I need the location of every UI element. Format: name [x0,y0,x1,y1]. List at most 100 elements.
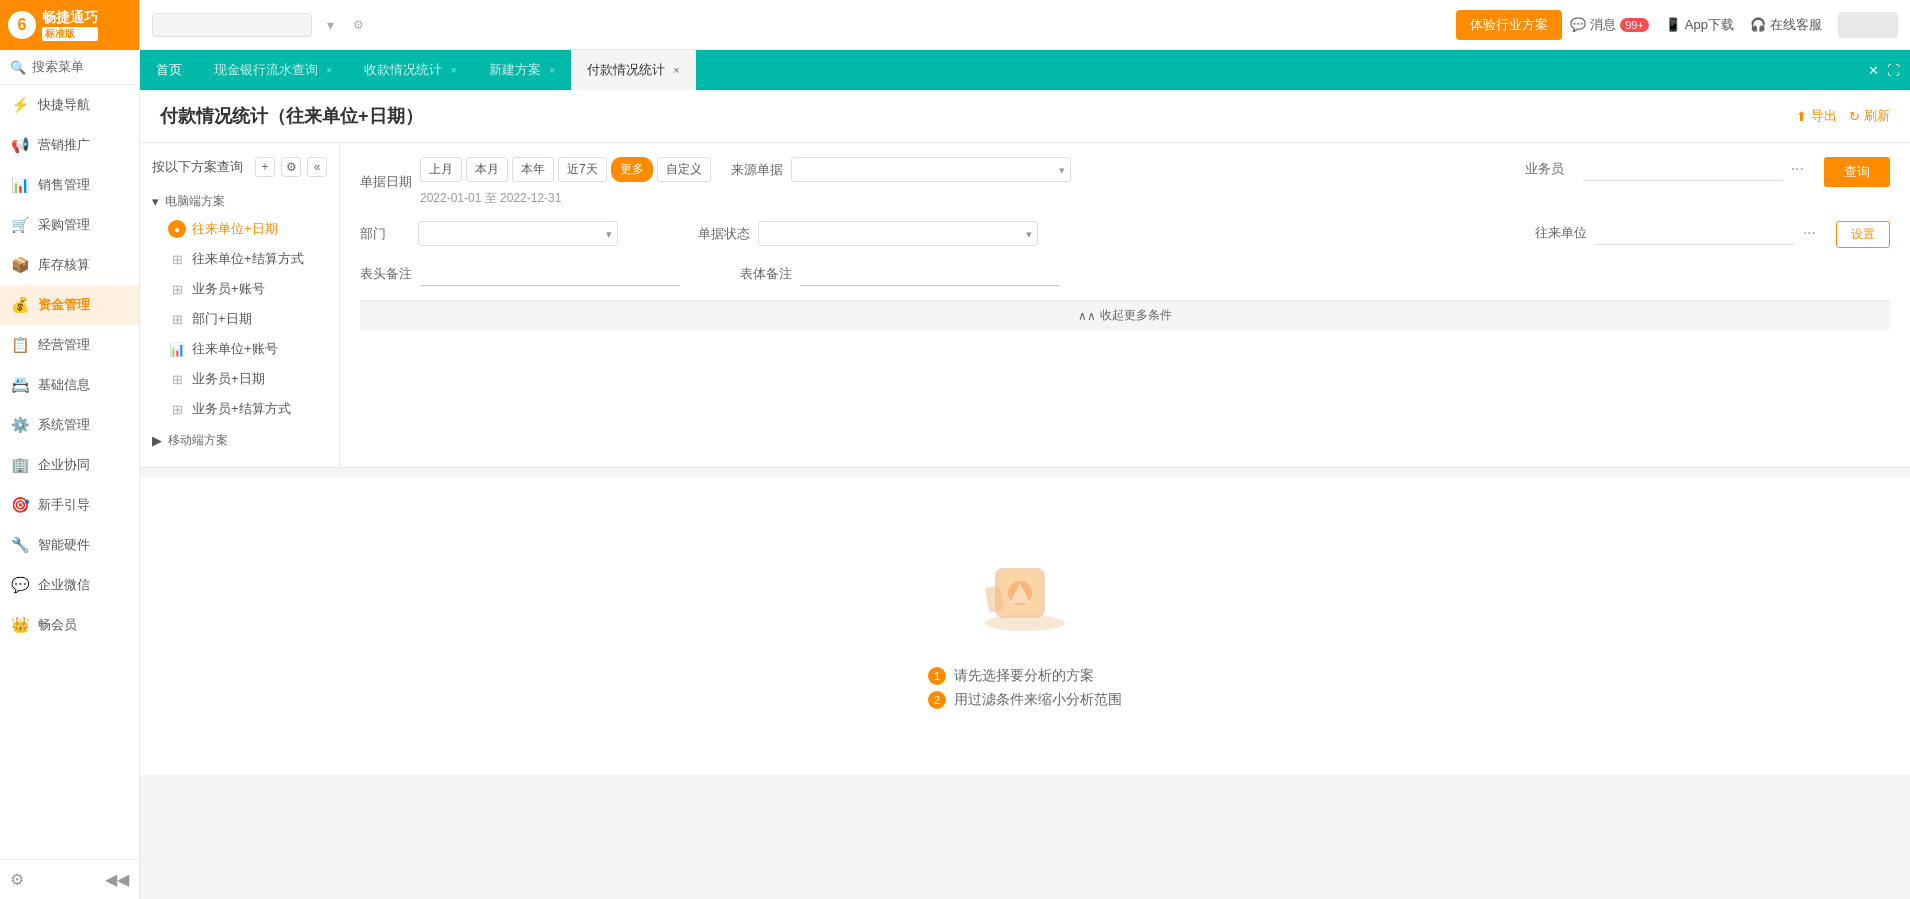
online-service-action[interactable]: 🎧 在线客服 [1750,16,1822,34]
scheme-icon-grid5: ⊞ [168,400,186,418]
scheme-item-dept-date[interactable]: ⊞ 部门+日期 [140,304,339,334]
scheme-group-mobile-header[interactable]: ▶ 移动端方案 [140,428,339,453]
scheme-icon-grid2: ⊞ [168,280,186,298]
tab-close-icon[interactable]: × [326,64,332,76]
search-menu[interactable]: 🔍 搜索菜单 [0,50,139,85]
add-scheme-btn[interactable]: + [255,157,275,177]
date-btn-last-7-days[interactable]: 近7天 [558,157,607,182]
sidebar-item-quick-nav[interactable]: ⚡ 快捷导航 [0,85,139,125]
sidebar-item-finance[interactable]: 💰 资金管理 [0,285,139,325]
empty-illustration [965,538,1085,641]
refresh-btn[interactable]: ↻ 刷新 [1849,107,1890,125]
scheme-item-partner-account[interactable]: 📊 往来单位+账号 [140,334,339,364]
sidebar-item-system[interactable]: ⚙️ 系统管理 [0,405,139,445]
settings-btn[interactable]: 设置 [1836,221,1890,248]
export-label: 导出 [1811,107,1837,125]
app-download-label: App下载 [1685,16,1734,34]
date-btn-custom[interactable]: 自定义 [657,157,711,182]
tab-close-icon[interactable]: × [673,64,679,76]
header-settings-btn[interactable]: ⚙ [348,15,368,35]
sidebar-item-basic-info[interactable]: 📇 基础信息 [0,365,139,405]
staff-more-btn[interactable]: ··· [1791,160,1804,178]
top-header-left: ▾ ⚙ [152,13,1448,37]
body-note-input[interactable] [800,262,1060,286]
dept-select[interactable] [418,221,618,246]
scheme-group-desktop-header[interactable]: ▾ 电脑端方案 [140,189,339,214]
sidebar-item-label: 系统管理 [38,416,90,434]
tab-new-scheme[interactable]: 新建方案 × [473,50,571,90]
sidebar-item-hardware[interactable]: 🔧 智能硬件 [0,525,139,565]
sidebar-collapse-btn[interactable]: ◀◀ [105,870,129,889]
date-btn-this-year[interactable]: 本年 [512,157,554,182]
sidebar-settings-btn[interactable]: ⚙ [10,870,24,889]
header-note-input[interactable] [420,262,680,286]
scheme-item-partner-date[interactable]: ● 往来单位+日期 [140,214,339,244]
logo-text: 畅捷通巧 标准版 [42,9,98,42]
manage-scheme-btn[interactable]: ⚙ [281,157,301,177]
dept-label: 部门 [360,225,410,243]
breadcrumb-dropdown-btn[interactable]: ▾ [320,15,340,35]
scheme-item-staff-account[interactable]: ⊞ 业务员+账号 [140,274,339,304]
sidebar-item-purchase[interactable]: 🛒 采购管理 [0,205,139,245]
scheme-item-partner-settle[interactable]: ⊞ 往来单位+结算方式 [140,244,339,274]
scheme-item-label: 往来单位+结算方式 [192,250,304,268]
partner-more-btn[interactable]: ··· [1803,224,1816,242]
sidebar-footer: ⚙ ◀◀ [0,859,139,899]
refresh-label: 刷新 [1864,107,1890,125]
tab-receipt-stat[interactable]: 收款情况统计 × [348,50,472,90]
scheme-item-label: 业务员+结算方式 [192,400,291,418]
expand-icon[interactable]: ⛶ [1887,63,1900,78]
service-icon: 🎧 [1750,17,1766,32]
top-header: ▾ ⚙ 体验行业方案 💬 消息 99+ 📱 App下载 🎧 在线客服 [140,0,1910,50]
tab-close-icon[interactable]: × [549,64,555,76]
source-voucher-select[interactable] [791,157,1071,182]
scheme-item-label: 部门+日期 [192,310,252,328]
tip-num-2: 2 [928,691,946,709]
sidebar-item-inventory[interactable]: 📦 库存核算 [0,245,139,285]
filter-header-note: 表头备注 [360,262,680,286]
breadcrumb-input[interactable] [152,13,312,37]
sidebar-item-enterprise[interactable]: 🏢 企业协同 [0,445,139,485]
tab-label: 付款情况统计 [587,61,665,79]
sidebar-item-member[interactable]: 👑 畅会员 [0,605,139,645]
tab-bank-flow[interactable]: 现金银行流水查询 × [198,50,348,90]
date-btn-last-month[interactable]: 上月 [420,157,462,182]
staff-input[interactable] [1583,157,1783,181]
message-icon: 💬 [1570,17,1586,32]
trial-btn[interactable]: 体验行业方案 [1456,10,1562,40]
body-note-label: 表体备注 [740,265,792,283]
scheme-item-staff-date[interactable]: ⊞ 业务员+日期 [140,364,339,394]
query-actions: 查询 [1824,157,1890,187]
user-avatar[interactable] [1838,12,1898,38]
date-btn-this-month[interactable]: 本月 [466,157,508,182]
sidebar-item-sales[interactable]: 📊 销售管理 [0,165,139,205]
date-btn-more[interactable]: 更多 [611,157,653,182]
tab-payment-stat[interactable]: 付款情况统计 × [571,50,695,90]
inventory-icon: 📦 [10,255,30,275]
sidebar-item-marketing[interactable]: 📢 营销推广 [0,125,139,165]
message-action[interactable]: 💬 消息 99+ [1570,16,1649,34]
tab-label: 新建方案 [489,61,541,79]
export-btn[interactable]: ⬆ 导出 [1796,107,1837,125]
collapse-scheme-btn[interactable]: « [307,157,327,177]
partner-input[interactable] [1595,221,1795,245]
sales-icon: 📊 [10,175,30,195]
scheme-item-staff-settle[interactable]: ⊞ 业务员+结算方式 [140,394,339,424]
scheme-group-desktop-title: 电脑端方案 [165,193,225,210]
voucher-status-select[interactable] [758,221,1038,246]
source-voucher-label: 来源单据 [731,161,783,179]
scheme-sidebar: 按以下方案查询 + ⚙ « ▾ 电脑端方案 ● 往来单位+日期 [140,143,340,467]
close-all-tabs-icon[interactable]: ✕ [1868,63,1879,78]
collapse-more-conditions-btn[interactable]: ∧∧ 收起更多条件 [360,300,1890,330]
sidebar-item-weixin[interactable]: 💬 企业微信 [0,565,139,605]
filter-form: 单据日期 上月 本月 本年 近7天 更多 自定义 2022-01-01 至 20… [340,143,1910,467]
app-name: 畅捷通巧 [42,9,98,26]
tab-close-icon[interactable]: × [450,64,456,76]
query-btn[interactable]: 查询 [1824,157,1890,187]
sidebar-item-operation[interactable]: 📋 经营管理 [0,325,139,365]
sidebar-item-guide[interactable]: 🎯 新手引导 [0,485,139,525]
tab-home[interactable]: 首页 [140,50,198,90]
filter-staff: 业务员 ··· [1525,157,1804,181]
message-badge: 99+ [1620,18,1649,32]
app-download-action[interactable]: 📱 App下载 [1665,16,1734,34]
